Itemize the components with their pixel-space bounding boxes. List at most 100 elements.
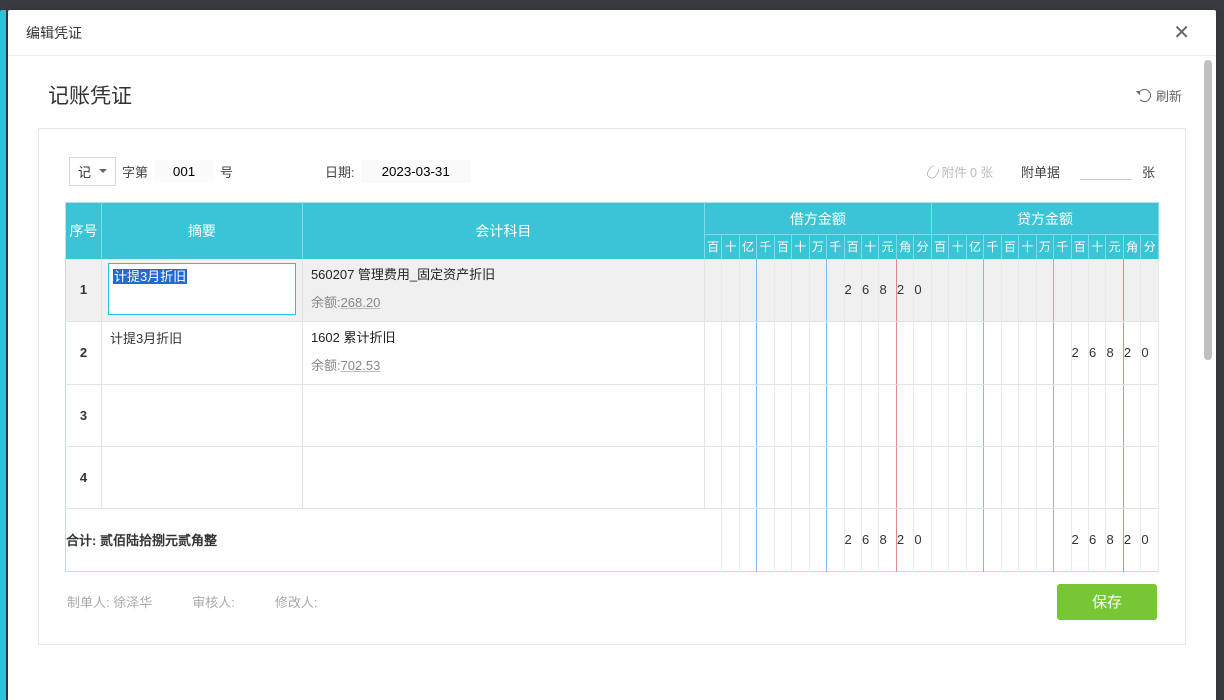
amount-digit-cell[interactable]	[1071, 259, 1088, 322]
amount-digit-cell[interactable]	[704, 259, 721, 322]
amount-digit-cell[interactable]: 2	[1123, 321, 1140, 384]
voucher-date-input[interactable]	[361, 160, 471, 183]
amount-digit-cell[interactable]	[1123, 259, 1140, 322]
amount-digit-cell[interactable]	[1106, 446, 1123, 508]
amount-digit-cell[interactable]: 2	[1123, 508, 1140, 571]
amount-digit-cell[interactable]: 2	[896, 508, 913, 571]
amount-digit-cell[interactable]	[984, 446, 1001, 508]
amount-digit-cell[interactable]	[861, 384, 878, 446]
amount-digit-cell[interactable]: 8	[879, 508, 896, 571]
amount-digit-cell[interactable]: 0	[1141, 321, 1159, 384]
voucher-number-input[interactable]	[154, 160, 214, 183]
amount-digit-cell[interactable]	[966, 321, 983, 384]
abstract-cell[interactable]	[101, 384, 302, 446]
bill-count-input[interactable]	[1080, 164, 1132, 180]
amount-digit-cell[interactable]	[792, 259, 809, 322]
amount-digit-cell[interactable]: 6	[1089, 508, 1106, 571]
amount-digit-cell[interactable]	[896, 446, 913, 508]
abstract-cell[interactable]: 计提3月折旧	[101, 259, 302, 322]
amount-digit-cell[interactable]	[1036, 384, 1053, 446]
amount-digit-cell[interactable]	[757, 446, 774, 508]
amount-digit-cell[interactable]	[739, 259, 756, 322]
amount-digit-cell[interactable]	[1036, 508, 1053, 571]
amount-digit-cell[interactable]: 6	[1089, 321, 1106, 384]
amount-digit-cell[interactable]	[809, 508, 826, 571]
amount-digit-cell[interactable]	[1019, 384, 1036, 446]
close-icon[interactable]: ✕	[1165, 19, 1198, 47]
amount-digit-cell[interactable]	[1036, 321, 1053, 384]
amount-digit-cell[interactable]: 2	[896, 259, 913, 322]
amount-digit-cell[interactable]	[1141, 259, 1159, 322]
amount-digit-cell[interactable]	[1001, 446, 1018, 508]
save-button[interactable]: 保存	[1057, 584, 1157, 620]
attach-button[interactable]: 附件 0 张	[928, 162, 993, 181]
amount-digit-cell[interactable]	[1123, 384, 1140, 446]
amount-digit-cell[interactable]	[966, 259, 983, 322]
amount-digit-cell[interactable]	[914, 321, 932, 384]
refresh-button[interactable]: 刷新	[1138, 86, 1182, 105]
amount-digit-cell[interactable]	[896, 384, 913, 446]
amount-digit-cell[interactable]	[966, 446, 983, 508]
amount-digit-cell[interactable]	[1001, 508, 1018, 571]
amount-digit-cell[interactable]	[844, 384, 861, 446]
amount-digit-cell[interactable]	[792, 508, 809, 571]
abstract-cell[interactable]: 计提3月折旧	[101, 321, 302, 384]
amount-digit-cell[interactable]	[1089, 384, 1106, 446]
amount-digit-cell[interactable]	[809, 321, 826, 384]
amount-digit-cell[interactable]	[1054, 508, 1071, 571]
amount-digit-cell[interactable]	[984, 259, 1001, 322]
amount-digit-cell[interactable]: 6	[861, 508, 878, 571]
amount-digit-cell[interactable]	[809, 446, 826, 508]
amount-digit-cell[interactable]	[931, 321, 948, 384]
amount-digit-cell[interactable]	[1019, 446, 1036, 508]
amount-digit-cell[interactable]	[1123, 446, 1140, 508]
amount-digit-cell[interactable]	[966, 384, 983, 446]
amount-digit-cell[interactable]	[774, 446, 791, 508]
amount-digit-cell[interactable]	[774, 259, 791, 322]
amount-digit-cell[interactable]	[1001, 384, 1018, 446]
amount-digit-cell[interactable]	[774, 321, 791, 384]
amount-digit-cell[interactable]	[792, 321, 809, 384]
amount-digit-cell[interactable]	[844, 321, 861, 384]
amount-digit-cell[interactable]	[931, 446, 948, 508]
amount-digit-cell[interactable]	[1106, 384, 1123, 446]
amount-digit-cell[interactable]	[722, 321, 739, 384]
amount-digit-cell[interactable]	[739, 321, 756, 384]
amount-digit-cell[interactable]: 0	[914, 508, 932, 571]
amount-digit-cell[interactable]	[1071, 446, 1088, 508]
amount-digit-cell[interactable]	[1054, 259, 1071, 322]
amount-digit-cell[interactable]	[914, 384, 932, 446]
amount-digit-cell[interactable]	[1089, 446, 1106, 508]
subject-cell[interactable]: 560207 管理费用_固定资产折旧 余额:268.20	[302, 259, 704, 322]
amount-digit-cell[interactable]	[774, 508, 791, 571]
amount-digit-cell[interactable]	[704, 384, 721, 446]
amount-digit-cell[interactable]	[931, 508, 948, 571]
amount-digit-cell[interactable]	[809, 384, 826, 446]
amount-digit-cell[interactable]	[861, 321, 878, 384]
amount-digit-cell[interactable]	[949, 321, 966, 384]
amount-digit-cell[interactable]	[879, 384, 896, 446]
amount-digit-cell[interactable]	[1036, 446, 1053, 508]
amount-digit-cell[interactable]	[739, 384, 756, 446]
amount-digit-cell[interactable]	[757, 259, 774, 322]
amount-digit-cell[interactable]	[931, 259, 948, 322]
amount-digit-cell[interactable]	[757, 384, 774, 446]
amount-digit-cell[interactable]	[827, 446, 844, 508]
amount-digit-cell[interactable]	[1019, 321, 1036, 384]
amount-digit-cell[interactable]	[1036, 259, 1053, 322]
amount-digit-cell[interactable]	[966, 508, 983, 571]
abstract-cell[interactable]	[101, 446, 302, 508]
subject-cell[interactable]: 1602 累计折旧 余额:702.53	[302, 321, 704, 384]
amount-digit-cell[interactable]	[827, 508, 844, 571]
amount-digit-cell[interactable]	[827, 384, 844, 446]
amount-digit-cell[interactable]: 2	[1071, 321, 1088, 384]
amount-digit-cell[interactable]	[704, 321, 721, 384]
amount-digit-cell[interactable]	[722, 384, 739, 446]
amount-digit-cell[interactable]	[722, 508, 739, 571]
amount-digit-cell[interactable]	[722, 446, 739, 508]
amount-digit-cell[interactable]	[879, 321, 896, 384]
subject-cell[interactable]	[302, 384, 704, 446]
amount-digit-cell[interactable]	[879, 446, 896, 508]
amount-digit-cell[interactable]	[1019, 259, 1036, 322]
subject-cell[interactable]	[302, 446, 704, 508]
